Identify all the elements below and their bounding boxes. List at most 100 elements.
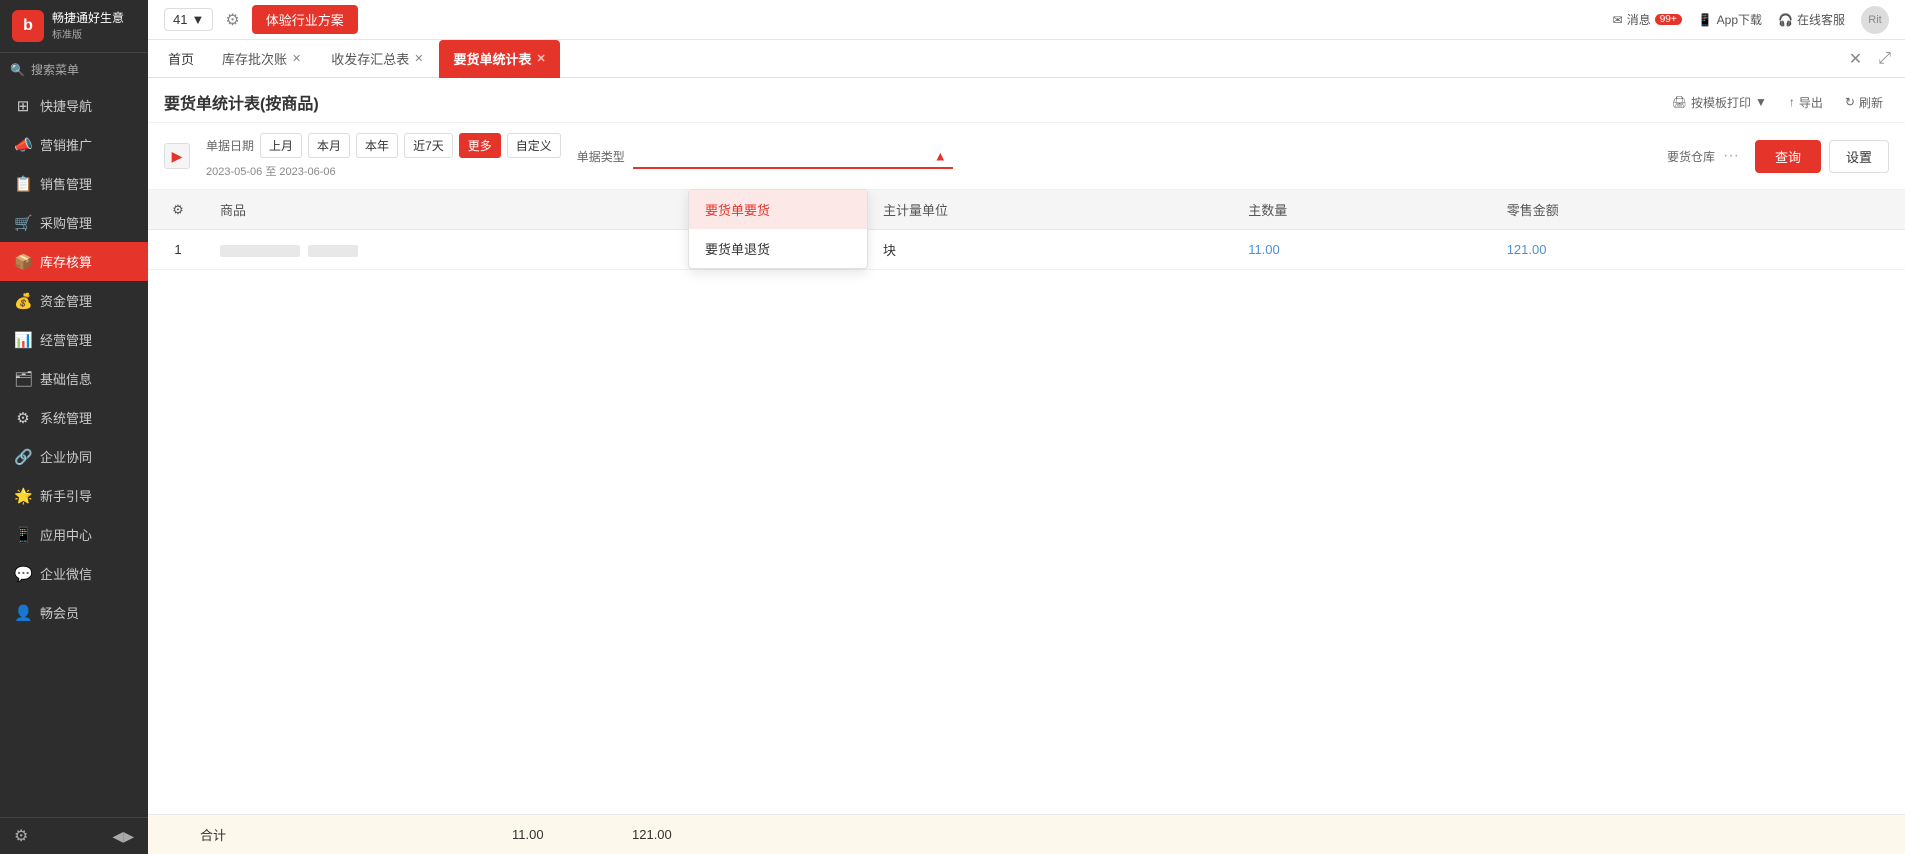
- messages-label: 消息: [1627, 11, 1651, 28]
- messages-btn[interactable]: ✉ 消息 99+: [1613, 11, 1682, 28]
- brand-info: 畅捷通好生意 标准版: [52, 11, 124, 42]
- sidebar-logo: b 畅捷通好生意 标准版: [0, 0, 148, 53]
- col-quantity: 主数量: [1236, 190, 1495, 230]
- nav-label: 营销推广: [40, 135, 92, 154]
- sidebar-item-quick-nav[interactable]: ⊞ 快捷导航: [0, 86, 148, 125]
- tab-expand-button[interactable]: ⤢: [1872, 48, 1897, 70]
- sidebar-item-marketing[interactable]: 📣 营销推广: [0, 125, 148, 164]
- phone-icon: 📱: [1698, 13, 1713, 27]
- avatar: Rit: [1861, 6, 1889, 34]
- query-button[interactable]: 查询: [1755, 140, 1821, 173]
- user-profile[interactable]: Rit: [1861, 6, 1889, 34]
- nav-label: 系统管理: [40, 408, 92, 427]
- top-header: 41 ▼ ⚙ 体验行业方案 ✉ 消息 99+ 📱 App下载 🎧 在线客服: [148, 0, 1905, 40]
- page-actions: 🖨 按模板打印 ▼ ↑ 导出 ↻ 刷新: [1666, 91, 1889, 114]
- settings-icon[interactable]: ⚙: [225, 10, 239, 30]
- nav-label: 库存核算: [40, 252, 92, 271]
- tab-home[interactable]: 首页: [156, 43, 206, 74]
- last-month-btn[interactable]: 上月: [260, 133, 302, 158]
- nav-label: 销售管理: [40, 174, 92, 193]
- app-icon: 📱: [14, 526, 32, 544]
- col-settings[interactable]: ⚙: [148, 190, 208, 230]
- messages-badge: 99+: [1655, 14, 1682, 25]
- table-footer: 合计 11.00 121.00: [148, 814, 1905, 854]
- row-quantity: 11.00: [1236, 230, 1495, 270]
- this-month-btn[interactable]: 本月: [308, 133, 350, 158]
- table-header-row: ⚙ 商品 主计量单位 主数量 零售金额: [148, 190, 1905, 230]
- date-buttons: 上月 本月 本年 近7天 更多 自定义: [260, 133, 561, 158]
- sidebar-item-finance[interactable]: 💰 资金管理: [0, 281, 148, 320]
- wechat-icon: 💬: [14, 565, 32, 583]
- row-extra: [1807, 230, 1905, 270]
- sidebar-item-guide[interactable]: 🌟 新手引导: [0, 476, 148, 515]
- store-name: 41: [173, 12, 187, 27]
- warehouse-more-icon[interactable]: ···: [1723, 147, 1739, 165]
- sidebar-item-purchase[interactable]: 🛒 采购管理: [0, 203, 148, 242]
- close-icon[interactable]: ✕: [537, 52, 546, 65]
- sidebar-toggle-icon[interactable]: ◀▶: [112, 828, 134, 845]
- sidebar-item-app[interactable]: 📱 应用中心: [0, 515, 148, 554]
- sidebar-item-wechat[interactable]: 💬 企业微信: [0, 554, 148, 593]
- dropdown-item-order-goods[interactable]: 要货单要货: [689, 190, 867, 229]
- close-icon[interactable]: ✕: [414, 52, 423, 65]
- sidebar-item-member[interactable]: 👤 畅会员: [0, 593, 148, 632]
- sidebar: b 畅捷通好生意 标准版 🔍 搜索菜单 ⊞ 快捷导航 📣 营销推广 📋 销售管理…: [0, 0, 148, 854]
- app-download-label: App下载: [1717, 11, 1762, 28]
- store-selector[interactable]: 41 ▼: [164, 8, 213, 31]
- header-left: 41 ▼ ⚙ 体验行业方案: [164, 5, 358, 34]
- footer-amount: 121.00: [620, 827, 740, 842]
- brand-name: 畅捷通好生意: [52, 11, 124, 27]
- print-button[interactable]: 🖨 按模板打印 ▼: [1666, 91, 1773, 114]
- nav-label: 企业微信: [40, 564, 92, 583]
- this-year-btn[interactable]: 本年: [356, 133, 398, 158]
- setting-button[interactable]: 设置: [1829, 140, 1889, 173]
- trial-button[interactable]: 体验行业方案: [252, 5, 358, 34]
- search-menu[interactable]: 🔍 搜索菜单: [0, 53, 148, 86]
- page-title: 要货单统计表(按商品): [164, 90, 319, 114]
- close-icon[interactable]: ✕: [292, 52, 301, 65]
- date-label: 单据日期: [206, 137, 254, 154]
- table-row: 1 块 11.00 121.00: [148, 230, 1905, 270]
- footer-label: 合计: [160, 825, 380, 844]
- more-btn[interactable]: 更多: [459, 133, 501, 158]
- tabs-actions: ✕ ⤢: [1843, 47, 1897, 71]
- sidebar-item-basic[interactable]: 🗂 基础信息: [0, 359, 148, 398]
- sidebar-item-sales[interactable]: 📋 销售管理: [0, 164, 148, 203]
- nav-label: 资金管理: [40, 291, 92, 310]
- sidebar-item-inventory[interactable]: 📦 库存核算: [0, 242, 148, 281]
- page-header: 要货单统计表(按商品) 🖨 按模板打印 ▼ ↑ 导出 ↻ 刷新: [148, 78, 1905, 123]
- app-download-btn[interactable]: 📱 App下载: [1698, 11, 1762, 28]
- refresh-button[interactable]: ↻ 刷新: [1839, 91, 1889, 114]
- filter-expand-button[interactable]: ▶: [164, 143, 190, 169]
- tab-order-stats[interactable]: 要货单统计表 ✕: [439, 40, 559, 78]
- inventory-icon: 📦: [14, 253, 32, 271]
- col-extra: [1807, 190, 1905, 230]
- guide-icon: 🌟: [14, 487, 32, 505]
- quick-nav-icon: ⊞: [14, 97, 32, 115]
- tab-delivery-summary[interactable]: 收发存汇总表 ✕: [317, 40, 437, 78]
- tab-close-button[interactable]: ✕: [1843, 47, 1868, 71]
- table-container: ⚙ 商品 主计量单位 主数量 零售金额 1: [148, 190, 1905, 814]
- dropdown-item-return-goods[interactable]: 要货单退货: [689, 229, 867, 268]
- quantity-link[interactable]: 11.00: [1248, 242, 1280, 257]
- last-7-days-btn[interactable]: 近7天: [404, 133, 453, 158]
- logo-icon: b: [12, 10, 44, 42]
- headset-icon: 🎧: [1778, 13, 1793, 27]
- sidebar-item-enterprise[interactable]: 🔗 企业协同: [0, 437, 148, 476]
- sidebar-nav: ⊞ 快捷导航 📣 营销推广 📋 销售管理 🛒 采购管理 📦 库存核算 💰 资金管…: [0, 86, 148, 817]
- sidebar-bottom: ⚙ ◀▶: [0, 817, 148, 854]
- sidebar-settings-icon[interactable]: ⚙: [14, 826, 28, 846]
- tab-batch-account[interactable]: 库存批次账 ✕: [208, 40, 315, 78]
- row-num: 1: [148, 230, 208, 270]
- custom-btn[interactable]: 自定义: [507, 133, 561, 158]
- amount-link[interactable]: 121.00: [1507, 242, 1547, 257]
- sidebar-item-operations[interactable]: 📊 经营管理: [0, 320, 148, 359]
- tabs-bar: 首页 库存批次账 ✕ 收发存汇总表 ✕ 要货单统计表 ✕ ✕ ⤢: [148, 40, 1905, 78]
- finance-icon: 💰: [14, 292, 32, 310]
- search-label: 搜索菜单: [31, 61, 79, 78]
- type-select-input[interactable]: [633, 144, 953, 169]
- sidebar-item-system[interactable]: ⚙ 系统管理: [0, 398, 148, 437]
- type-label: 单据类型: [577, 148, 625, 165]
- online-service-btn[interactable]: 🎧 在线客服: [1778, 11, 1845, 28]
- export-button[interactable]: ↑ 导出: [1783, 91, 1829, 114]
